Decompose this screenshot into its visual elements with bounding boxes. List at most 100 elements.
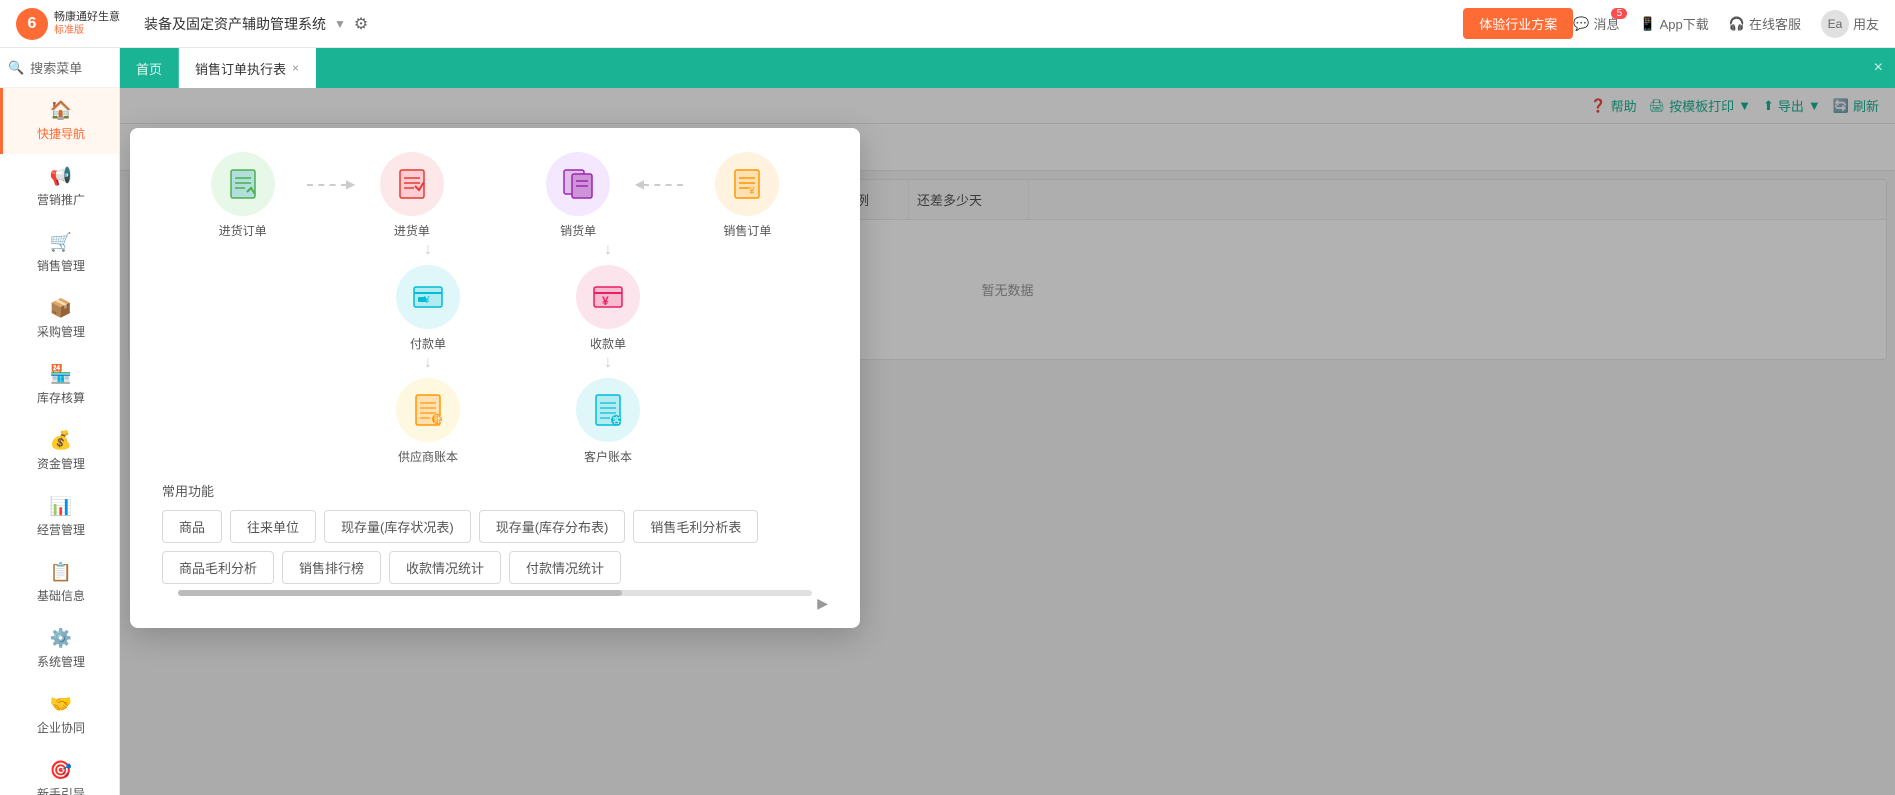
system-name-label: 装备及固定资产辅助管理系统 <box>144 14 326 34</box>
gear-icon[interactable]: ⚙ <box>354 14 368 34</box>
message-icon-item[interactable]: 💬 消息 5 <box>1573 14 1619 33</box>
func-btn-product-profit[interactable]: 商品毛利分析 <box>162 551 274 584</box>
flow-item-payment[interactable]: ¥ 付款单 <box>358 265 498 352</box>
basic-info-icon: 📋 <box>50 562 72 583</box>
func-btn-partner[interactable]: 往来单位 <box>230 510 316 543</box>
down-arrow-rec: ↓ <box>538 352 678 374</box>
arrow-down-row: ↓ ↓ <box>162 239 828 261</box>
flow-item-receipt[interactable]: ¥ 收款单 <box>538 265 678 352</box>
flow-item-purchase-order[interactable]: 进货订单 <box>178 152 307 239</box>
sidebar-item-guide[interactable]: 🎯 新手引导 <box>0 748 119 795</box>
down-arrow-pb: ↓ <box>358 239 498 261</box>
customer-ledger-circle: 客 <box>576 378 640 442</box>
home-tab-label: 首页 <box>136 59 162 78</box>
receipt-circle: ¥ <box>576 265 640 329</box>
service-label: 在线客服 <box>1749 14 1801 33</box>
tab-close-right[interactable]: × <box>1862 48 1895 88</box>
search-menu[interactable]: 🔍 搜索菜单 <box>0 48 119 88</box>
search-menu-label: 搜索菜单 <box>30 58 82 77</box>
dropdown-arrow-icon[interactable]: ▼ <box>334 17 346 31</box>
modal-overlay[interactable]: 进货订单 <box>120 88 1895 795</box>
basic-info-label: 基础信息 <box>37 587 85 604</box>
flow-item-sales-bill[interactable]: 销货单 <box>513 152 642 239</box>
system-title: 装备及固定资产辅助管理系统 ▼ ⚙ <box>144 14 1463 34</box>
payment-label: 付款单 <box>410 335 446 352</box>
dashed-line-1 <box>307 184 347 186</box>
sidebar-item-quick-nav[interactable]: 🏠 快捷导航 <box>0 88 119 154</box>
user-label: 用友 <box>1853 14 1879 33</box>
svg-text:¥: ¥ <box>423 295 430 306</box>
func-btn-stock-status[interactable]: 现存量(库存状况表) <box>324 510 471 543</box>
sidebar-item-operation[interactable]: 📊 经营管理 <box>0 484 119 550</box>
finance-icon: 💰 <box>50 430 72 451</box>
svg-text:¥: ¥ <box>602 294 609 308</box>
func-btn-sales-profit[interactable]: 销售毛利分析表 <box>633 510 758 543</box>
sidebar-item-basic-info[interactable]: 📋 基础信息 <box>0 550 119 616</box>
app-icon: 📱 <box>1639 16 1655 32</box>
online-service-item[interactable]: 🎧 在线客服 <box>1729 14 1801 33</box>
operation-icon: 📊 <box>50 496 72 517</box>
user-avatar: Ea <box>1821 10 1849 38</box>
purchase-label: 采购管理 <box>37 323 85 340</box>
flow-item-supplier-ledger[interactable]: 账 供应商账本 <box>358 378 498 465</box>
message-icon: 💬 <box>1573 16 1589 32</box>
app-download-item[interactable]: 📱 App下载 <box>1639 14 1708 33</box>
message-badge: 5 <box>1611 8 1627 19</box>
sidebar: 🔍 搜索菜单 🏠 快捷导航 📢 营销推广 🛒 销售管理 📦 采购管理 🏪 库存核… <box>0 48 120 795</box>
modal-content: 进货订单 <box>130 128 860 628</box>
tab-sales-order-exec[interactable]: 销售订单执行表 × <box>179 48 316 88</box>
flow-row-1: 进货订单 <box>162 152 828 239</box>
purchase-icon: 📦 <box>50 298 72 319</box>
quick-nav-label: 快捷导航 <box>37 125 85 142</box>
modal-scroll-thumb <box>178 590 622 596</box>
guide-icon: 🎯 <box>50 760 72 781</box>
dashed-line-2 <box>643 184 683 186</box>
purchase-order-label: 进货订单 <box>219 222 267 239</box>
sidebar-item-sales[interactable]: 🛒 销售管理 <box>0 220 119 286</box>
sidebar-item-marketing[interactable]: 📢 营销推广 <box>0 154 119 220</box>
sidebar-item-purchase[interactable]: 📦 采购管理 <box>0 286 119 352</box>
flow-item-customer-ledger[interactable]: 客 客户账本 <box>538 378 678 465</box>
flow-item-sales-order[interactable]: ¥ 销售订单 <box>683 152 812 239</box>
top-header: 6 畅康通好生意 标准版 装备及固定资产辅助管理系统 ▼ ⚙ 体验行业方案 💬 … <box>0 0 1895 48</box>
flow-item-purchase-bill[interactable]: 进货单 <box>347 152 476 239</box>
page-body: ❓ 帮助 🖨 按模板打印 ▼ ⬆ 导出 ▼ 🔄 刷新 — 📅 <box>120 88 1895 795</box>
arrow-so-to-sb <box>643 184 683 208</box>
system-label: 系统管理 <box>37 653 85 670</box>
inventory-icon: 🏪 <box>50 364 72 385</box>
arrow-po-to-pb <box>307 184 347 208</box>
sales-bill-label: 销货单 <box>560 222 596 239</box>
sidebar-item-cooperation[interactable]: 🤝 企业协同 <box>0 682 119 748</box>
logo-area: 6 畅康通好生意 标准版 <box>16 8 136 40</box>
cooperation-icon: 🤝 <box>50 694 72 715</box>
experience-btn[interactable]: 体验行业方案 <box>1463 8 1573 39</box>
tab-spacer <box>316 48 1862 88</box>
finance-label: 资金管理 <box>37 455 85 472</box>
sidebar-item-finance[interactable]: 💰 资金管理 <box>0 418 119 484</box>
quick-nav-icon: 🏠 <box>50 100 72 121</box>
func-btn-receipt-stat[interactable]: 收款情况统计 <box>389 551 501 584</box>
sales-bill-circle <box>546 152 610 216</box>
marketing-label: 营销推广 <box>37 191 85 208</box>
logo-text: 畅康通好生意 标准版 <box>54 10 120 37</box>
func-btn-product[interactable]: 商品 <box>162 510 222 543</box>
scroll-right-arrow[interactable]: ▶ <box>817 595 828 612</box>
main-content: 首页 销售订单执行表 × × ❓ 帮助 🖨 按模板打印 ▼ ⬆ 导出 ▼ <box>120 48 1895 795</box>
user-item[interactable]: Ea 用友 <box>1821 10 1879 38</box>
modal-scrollbar[interactable] <box>178 590 812 596</box>
func-buttons-grid: 商品 往来单位 现存量(库存状况表) 现存量(库存分布表) 销售毛利分析表 商品… <box>162 510 828 584</box>
func-btn-payment-stat[interactable]: 付款情况统计 <box>509 551 621 584</box>
common-functions-title: 常用功能 <box>162 481 828 500</box>
sidebar-item-inventory[interactable]: 🏪 库存核算 <box>0 352 119 418</box>
tab-home[interactable]: 首页 <box>120 48 179 88</box>
supplier-ledger-label: 供应商账本 <box>398 448 458 465</box>
func-btn-stock-dist[interactable]: 现存量(库存分布表) <box>479 510 626 543</box>
sidebar-item-system[interactable]: ⚙️ 系统管理 <box>0 616 119 682</box>
purchase-bill-circle <box>380 152 444 216</box>
arrow-down-row-2: ↓ ↓ <box>162 352 828 374</box>
sales-order-exec-label: 销售订单执行表 <box>195 59 286 78</box>
payment-circle: ¥ <box>396 265 460 329</box>
tab-close-icon[interactable]: × <box>292 61 299 75</box>
func-btn-sales-rank[interactable]: 销售排行榜 <box>282 551 381 584</box>
svg-text:账: 账 <box>434 415 442 424</box>
